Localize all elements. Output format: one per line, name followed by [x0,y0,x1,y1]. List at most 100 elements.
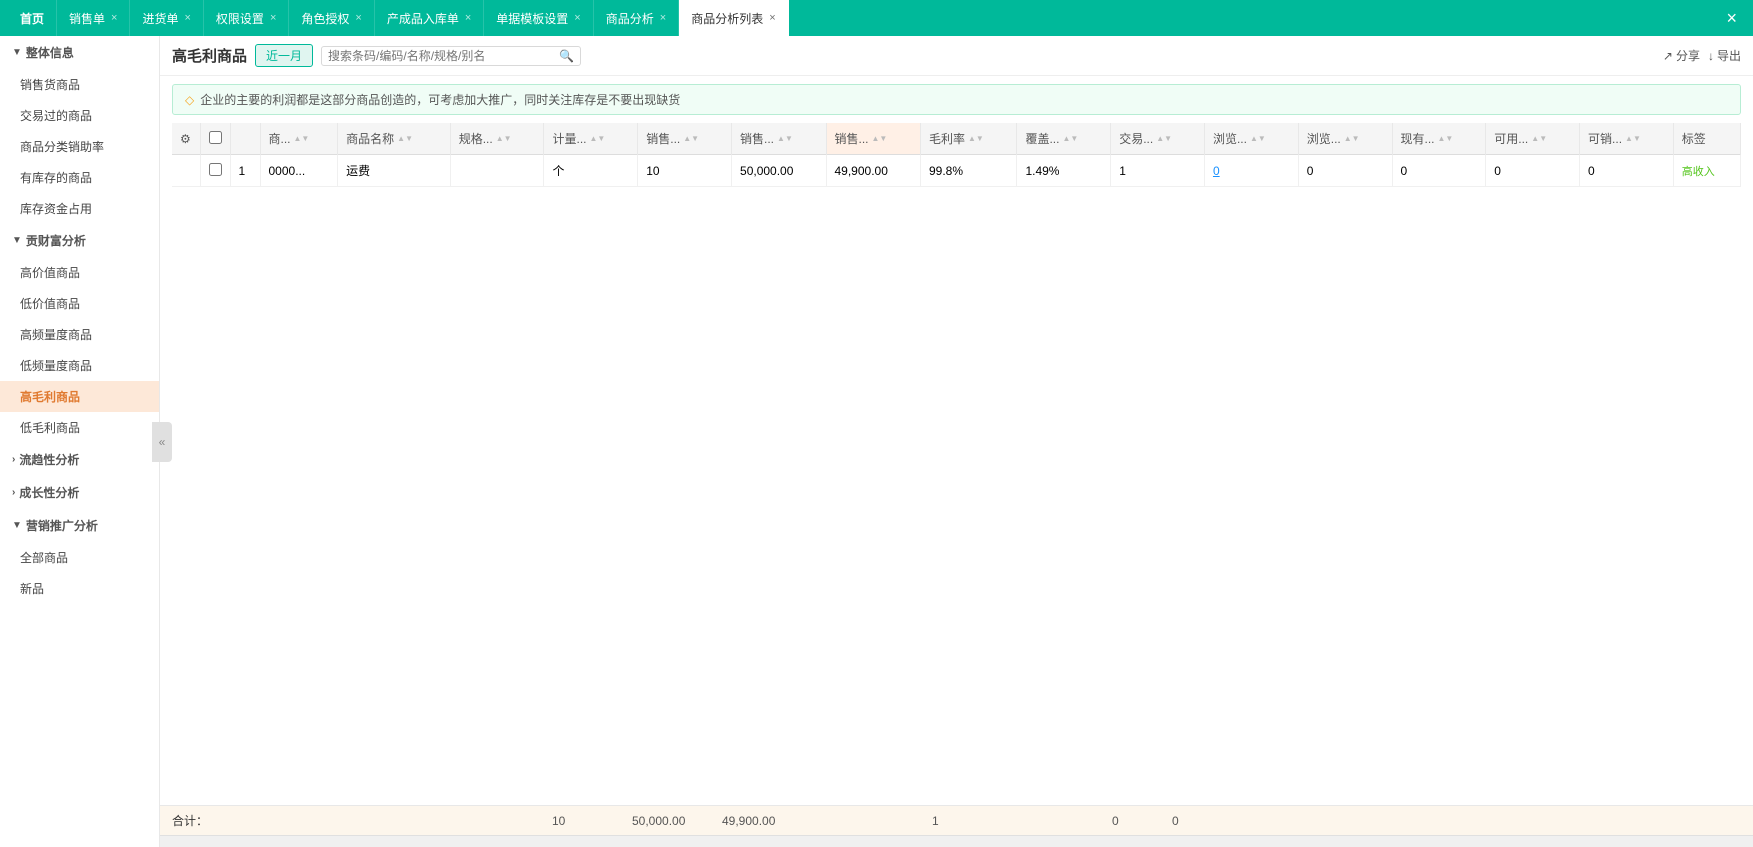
sidebar-item-low-freq[interactable]: 低频量度商品 [0,350,159,381]
sidebar-item-new-goods[interactable]: 新品 [0,573,159,604]
sidebar-section-marketing-label: 营销推广分析 [26,517,98,534]
sidebar: ▼ 整体信息 销售货商品 交易过的商品 商品分类销助率 有库存的商品 库存资金占… [0,36,160,847]
col-current[interactable]: 现有... ▲▼ [1392,123,1486,155]
export-button[interactable]: ↓ 导出 [1708,47,1741,64]
col-checkbox[interactable] [200,123,230,155]
bottom-scrollbar[interactable] [160,835,1753,847]
content-area: 高毛利商品 近一月 🔍 ↗ 分享 ↓ 导出 ◇ 企业的主要的利润都是这部分商品创… [160,36,1753,847]
sidebar-item-high-price[interactable]: 高价值商品 [0,257,159,288]
share-label: 分享 [1676,47,1700,64]
settings-icon[interactable]: ⚙ [180,132,191,146]
nav-tab-products[interactable]: 产成品入库单 × [375,0,484,36]
nav-tab-purchase-label: 进货单 [142,10,178,27]
row-code[interactable]: 0000... [260,155,338,187]
col-margin-rate[interactable]: 毛利率 ▲▼ [920,123,1016,155]
nav-tab-permissions-close[interactable]: × [270,12,276,24]
nav-tab-templates-close[interactable]: × [574,12,580,24]
col-name[interactable]: 商品名称 ▲▼ [338,123,451,155]
nav-tab-roles-close[interactable]: × [355,12,361,24]
filter-recent-month-button[interactable]: 近一月 [255,44,313,67]
sidebar-section-overall[interactable]: ▼ 整体信息 [0,36,159,69]
nav-tab-templates-label: 单据模板设置 [496,10,568,27]
row-view2: 0 [1298,155,1392,187]
col-available[interactable]: 可用... ▲▼ [1486,123,1580,155]
sidebar-item-sales-goods[interactable]: 销售货商品 [0,69,159,100]
select-all-checkbox[interactable] [209,131,222,144]
search-input[interactable] [328,49,555,63]
sidebar-item-stock-ratio[interactable]: 库存资金占用 [0,193,159,224]
sidebar-section-trend[interactable]: › 流趋性分析 [0,443,159,476]
footer-sales-profit: 49,900.00 [722,814,812,828]
search-icon[interactable]: 🔍 [559,49,574,63]
sidebar-item-high-margin[interactable]: 高毛利商品 [0,381,159,412]
nav-tab-templates[interactable]: 单据模板设置 × [484,0,593,36]
sidebar-arrow-growth: › [12,487,15,498]
nav-tab-sales-close[interactable]: × [111,12,117,24]
row-checkbox[interactable] [200,155,230,187]
row-view1[interactable]: 0 [1204,155,1298,187]
sort-arrows-transactions: ▲▼ [1156,135,1172,143]
export-icon: ↓ [1708,49,1714,63]
nav-tab-purchase[interactable]: 进货单 × [130,0,203,36]
share-button[interactable]: ↗ 分享 [1663,47,1700,64]
sidebar-item-stocked-goods[interactable]: 有库存的商品 [0,162,159,193]
nav-tab-products-close[interactable]: × [465,12,471,24]
sidebar-item-traded-goods[interactable]: 交易过的商品 [0,100,159,131]
sidebar-item-low-price[interactable]: 低价值商品 [0,288,159,319]
nav-tab-roles[interactable]: 角色授权 × [289,0,374,36]
row-tag: 高收入 [1673,155,1740,187]
info-banner: ◇ 企业的主要的利润都是这部分商品创造的，可考虑加大推广，同时关注库存是不要出现… [172,84,1741,115]
footer-total: 合计： 10 50,000.00 49,900.00 1 0 0 [160,805,1753,835]
nav-tab-permissions[interactable]: 权限设置 × [204,0,289,36]
sidebar-section-growth-label: 成长性分析 [19,484,79,501]
table-container[interactable]: ⚙ 商... ▲▼ [172,123,1741,805]
col-unit[interactable]: 计量... ▲▼ [544,123,638,155]
content-header: 高毛利商品 近一月 🔍 ↗ 分享 ↓ 导出 [160,36,1753,76]
row-margin-rate: 99.8% [920,155,1016,187]
row-transactions: 1 [1111,155,1205,187]
sidebar-item-all-goods[interactable]: 全部商品 [0,542,159,573]
col-settings[interactable]: ⚙ [172,123,200,155]
col-spec[interactable]: 规格... ▲▼ [450,123,544,155]
nav-tab-purchase-close[interactable]: × [184,12,190,24]
sidebar-item-low-margin[interactable]: 低毛利商品 [0,412,159,443]
sidebar-item-goods-score[interactable]: 商品分类销助率 [0,131,159,162]
nav-tab-analysis[interactable]: 商品分析 × [594,0,679,36]
nav-tab-sales-label: 销售单 [69,10,105,27]
sidebar-wrapper: ▼ 整体信息 销售货商品 交易过的商品 商品分类销助率 有库存的商品 库存资金占… [0,36,160,847]
col-sales-amount[interactable]: 销售... ▲▼ [732,123,826,155]
sidebar-section-growth[interactable]: › 成长性分析 [0,476,159,509]
col-code[interactable]: 商... ▲▼ [260,123,338,155]
nav-tab-sales[interactable]: 销售单 × [57,0,130,36]
row-sellable: 0 [1580,155,1674,187]
sort-arrows-unit: ▲▼ [590,135,606,143]
col-tag[interactable]: 标签 [1673,123,1740,155]
col-transactions[interactable]: 交易... ▲▼ [1111,123,1205,155]
col-sales-profit[interactable]: 销售... ▲▼ [826,123,920,155]
col-view1[interactable]: 浏览... ▲▼ [1204,123,1298,155]
row-select-checkbox[interactable] [209,163,222,176]
window-close-button[interactable]: × [1718,8,1745,29]
col-view2[interactable]: 浏览... ▲▼ [1298,123,1392,155]
nav-tab-analysis-list-close[interactable]: × [769,12,775,24]
row-spec [450,155,544,187]
sidebar-arrow-overall: ▼ [12,47,22,58]
sidebar-section-marketing[interactable]: ▼ 营销推广分析 [0,509,159,542]
nav-tab-products-label: 产成品入库单 [387,10,459,27]
col-sellable[interactable]: 可销... ▲▼ [1580,123,1674,155]
sort-arrows-spec: ▲▼ [496,135,512,143]
sort-arrows-sales-amount: ▲▼ [777,135,793,143]
nav-tab-analysis-list[interactable]: 商品分析列表 × [679,0,788,36]
col-index [230,123,260,155]
sidebar-collapse-button[interactable]: « [152,422,172,462]
top-nav: 首页 销售单 × 进货单 × 权限设置 × 角色授权 × 产成品入库单 × 单据… [0,0,1753,36]
sidebar-item-high-freq[interactable]: 高频量度商品 [0,319,159,350]
nav-tab-analysis-close[interactable]: × [660,12,666,24]
sidebar-section-wealth[interactable]: ▼ 贡财富分析 [0,224,159,257]
col-sales-qty[interactable]: 销售... ▲▼ [638,123,732,155]
nav-tab-home[interactable]: 首页 [8,0,57,36]
nav-tab-analysis-list-label: 商品分析列表 [691,10,763,27]
search-box: 🔍 [321,46,581,66]
sort-arrows-name: ▲▼ [397,135,413,143]
col-coverage[interactable]: 覆盖... ▲▼ [1017,123,1111,155]
